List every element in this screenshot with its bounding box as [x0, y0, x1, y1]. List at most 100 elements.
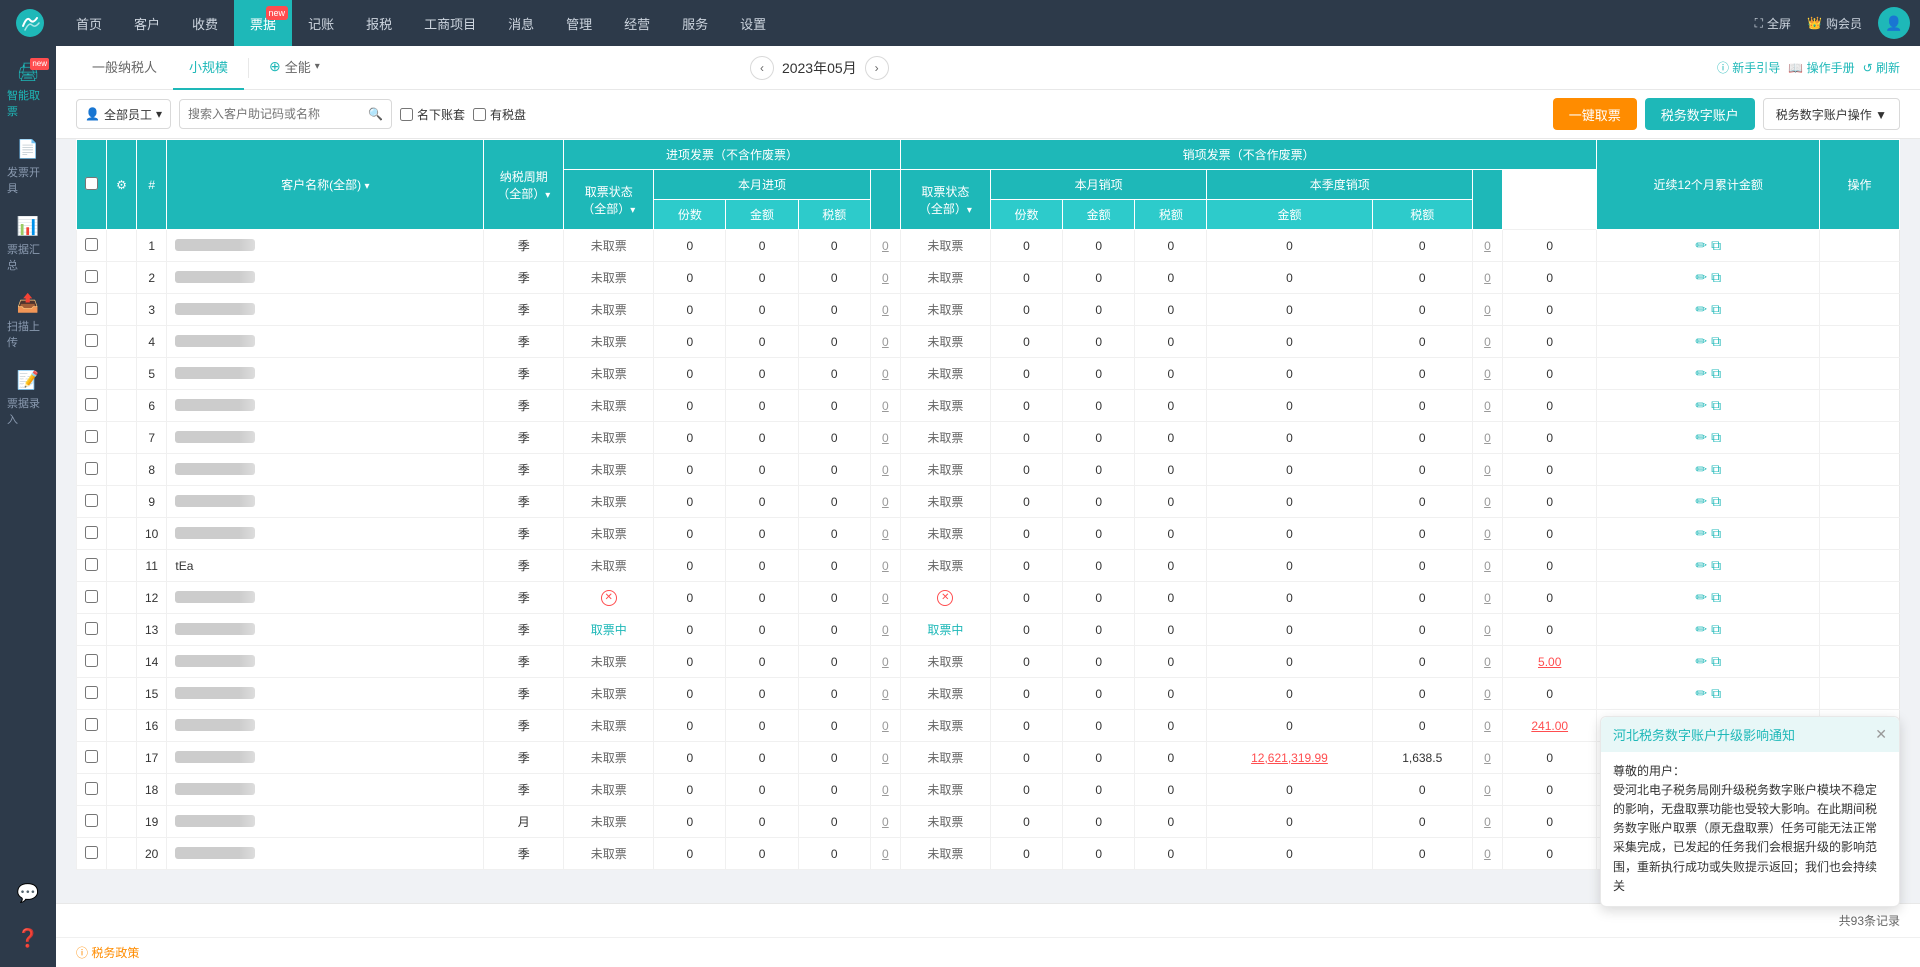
- copy-icon[interactable]: ⧉: [1711, 397, 1721, 414]
- one-click-fetch-btn[interactable]: 一键取票: [1553, 98, 1637, 130]
- nav-client[interactable]: 客户: [118, 0, 176, 46]
- sidebar-item-chat[interactable]: 💬: [3, 875, 53, 912]
- client-search-input[interactable]: [180, 107, 360, 121]
- sidebar-item-open-invoice[interactable]: 📄 发票开具: [3, 131, 53, 204]
- row-checkbox[interactable]: [85, 430, 98, 443]
- xia-zhang-checkbox[interactable]: 名下账套: [400, 106, 465, 123]
- edit-icon[interactable]: ✏: [1695, 493, 1707, 510]
- row-checkbox[interactable]: [85, 302, 98, 315]
- edit-icon[interactable]: ✏: [1695, 333, 1707, 350]
- tax-policy-bar[interactable]: ⓘ 税务政策: [56, 937, 1920, 967]
- row-checkbox[interactable]: [85, 270, 98, 283]
- row-checkbox[interactable]: [85, 494, 98, 507]
- edit-icon[interactable]: ✏: [1695, 461, 1707, 478]
- nav-tax[interactable]: 报税: [350, 0, 408, 46]
- manual-link[interactable]: 📖 操作手册: [1788, 59, 1854, 76]
- tab-small-scale[interactable]: 小规模: [173, 46, 244, 90]
- nav-business[interactable]: 工商项目: [408, 0, 492, 46]
- edit-icon[interactable]: ✏: [1695, 653, 1707, 670]
- digital-account-ops-btn[interactable]: 税务数字账户操作 ▼: [1763, 98, 1900, 130]
- row-checkbox[interactable]: [85, 462, 98, 475]
- nav-manage[interactable]: 管理: [550, 0, 608, 46]
- search-button[interactable]: 🔍: [360, 100, 391, 128]
- nav-fee[interactable]: 收费: [176, 0, 234, 46]
- row-checkbox[interactable]: [85, 686, 98, 699]
- copy-icon[interactable]: ⧉: [1711, 621, 1721, 638]
- sidebar-item-scan[interactable]: 📤 扫描上传: [3, 285, 53, 358]
- sidebar-item-entry[interactable]: 📝 票据录入: [3, 362, 53, 435]
- sidebar-item-summary[interactable]: 📊 票据汇总: [3, 208, 53, 281]
- digital-account-btn[interactable]: 税务数字账户: [1645, 98, 1755, 130]
- th-client-name[interactable]: 客户名称(全部) ▾: [167, 140, 484, 230]
- prev-month-btn[interactable]: ‹: [750, 56, 774, 80]
- copy-icon[interactable]: ⧉: [1711, 365, 1721, 382]
- th-checkbox[interactable]: [77, 140, 107, 230]
- row-checkbox[interactable]: [85, 654, 98, 667]
- refresh-link[interactable]: ↺ 刷新: [1863, 59, 1900, 76]
- nav-message[interactable]: 消息: [492, 0, 550, 46]
- row-checkbox[interactable]: [85, 846, 98, 859]
- select-all-checkbox[interactable]: [85, 177, 98, 190]
- edit-icon[interactable]: ✏: [1695, 301, 1707, 318]
- row-checkbox[interactable]: [85, 590, 98, 603]
- sidebar-item-help[interactable]: ❓: [3, 920, 53, 957]
- employee-filter-select[interactable]: 👤 全部员工 ▾: [76, 99, 171, 129]
- tax-disk-checkbox[interactable]: 有税盘: [473, 106, 526, 123]
- copy-icon[interactable]: ⧉: [1711, 685, 1721, 702]
- row-checkbox[interactable]: [85, 526, 98, 539]
- row-checkbox[interactable]: [85, 366, 98, 379]
- nav-bookkeeping[interactable]: 记账: [292, 0, 350, 46]
- edit-icon[interactable]: ✏: [1695, 429, 1707, 446]
- copy-icon[interactable]: ⧉: [1711, 301, 1721, 318]
- copy-icon[interactable]: ⧉: [1711, 557, 1721, 574]
- tax-disk-checkbox-input[interactable]: [473, 108, 486, 121]
- row-checkbox[interactable]: [85, 334, 98, 347]
- notification-close-btn[interactable]: ✕: [1875, 726, 1887, 743]
- copy-icon[interactable]: ⧉: [1711, 269, 1721, 286]
- member-btn[interactable]: 👑 购会员: [1807, 15, 1862, 32]
- client-search-box[interactable]: 🔍: [179, 99, 392, 129]
- row-checkbox[interactable]: [85, 750, 98, 763]
- edit-icon[interactable]: ✏: [1695, 397, 1707, 414]
- copy-icon[interactable]: ⧉: [1711, 589, 1721, 606]
- nav-service[interactable]: 服务: [666, 0, 724, 46]
- row-checkbox[interactable]: [85, 558, 98, 571]
- copy-icon[interactable]: ⧉: [1711, 461, 1721, 478]
- edit-icon[interactable]: ✏: [1695, 589, 1707, 606]
- nav-invoice[interactable]: 票据 new: [234, 0, 292, 46]
- row-checkbox[interactable]: [85, 782, 98, 795]
- xia-zhang-checkbox-input[interactable]: [400, 108, 413, 121]
- edit-icon[interactable]: ✏: [1695, 525, 1707, 542]
- row-checkbox[interactable]: [85, 238, 98, 251]
- nav-settings[interactable]: 设置: [724, 0, 782, 46]
- new-guide-link[interactable]: ⓘ 新手引导: [1717, 59, 1780, 76]
- copy-icon[interactable]: ⧉: [1711, 237, 1721, 254]
- th-in-fetch-status[interactable]: 取票状态（全部）▾: [564, 170, 654, 230]
- copy-icon[interactable]: ⧉: [1711, 525, 1721, 542]
- edit-icon[interactable]: ✏: [1695, 621, 1707, 638]
- app-logo[interactable]: [10, 3, 50, 43]
- tab-general-taxpayer[interactable]: 一般纳税人: [76, 46, 173, 90]
- copy-icon[interactable]: ⧉: [1711, 653, 1721, 670]
- row-checkbox[interactable]: [85, 398, 98, 411]
- sidebar-item-fetch-ticket[interactable]: new 🖨 智能取票: [3, 54, 53, 127]
- edit-icon[interactable]: ✏: [1695, 685, 1707, 702]
- copy-icon[interactable]: ⧉: [1711, 429, 1721, 446]
- fullscreen-btn[interactable]: ⛶ 全屏: [1755, 15, 1791, 32]
- tab-quan-neng[interactable]: ⊕ 全能 ▾: [253, 46, 336, 90]
- edit-icon[interactable]: ✏: [1695, 365, 1707, 382]
- nav-home[interactable]: 首页: [60, 0, 118, 46]
- copy-icon[interactable]: ⧉: [1711, 333, 1721, 350]
- row-checkbox[interactable]: [85, 814, 98, 827]
- th-tax-period[interactable]: 纳税周期（全部）▾: [484, 140, 564, 230]
- next-month-btn[interactable]: ›: [865, 56, 889, 80]
- th-out-fetch-status[interactable]: 取票状态（全部）▾: [900, 170, 990, 230]
- edit-icon[interactable]: ✏: [1695, 269, 1707, 286]
- nav-operation[interactable]: 经营: [608, 0, 666, 46]
- row-checkbox[interactable]: [85, 622, 98, 635]
- copy-icon[interactable]: ⧉: [1711, 493, 1721, 510]
- row-checkbox[interactable]: [85, 718, 98, 731]
- user-avatar[interactable]: 👤: [1878, 7, 1910, 39]
- edit-icon[interactable]: ✏: [1695, 557, 1707, 574]
- edit-icon[interactable]: ✏: [1695, 237, 1707, 254]
